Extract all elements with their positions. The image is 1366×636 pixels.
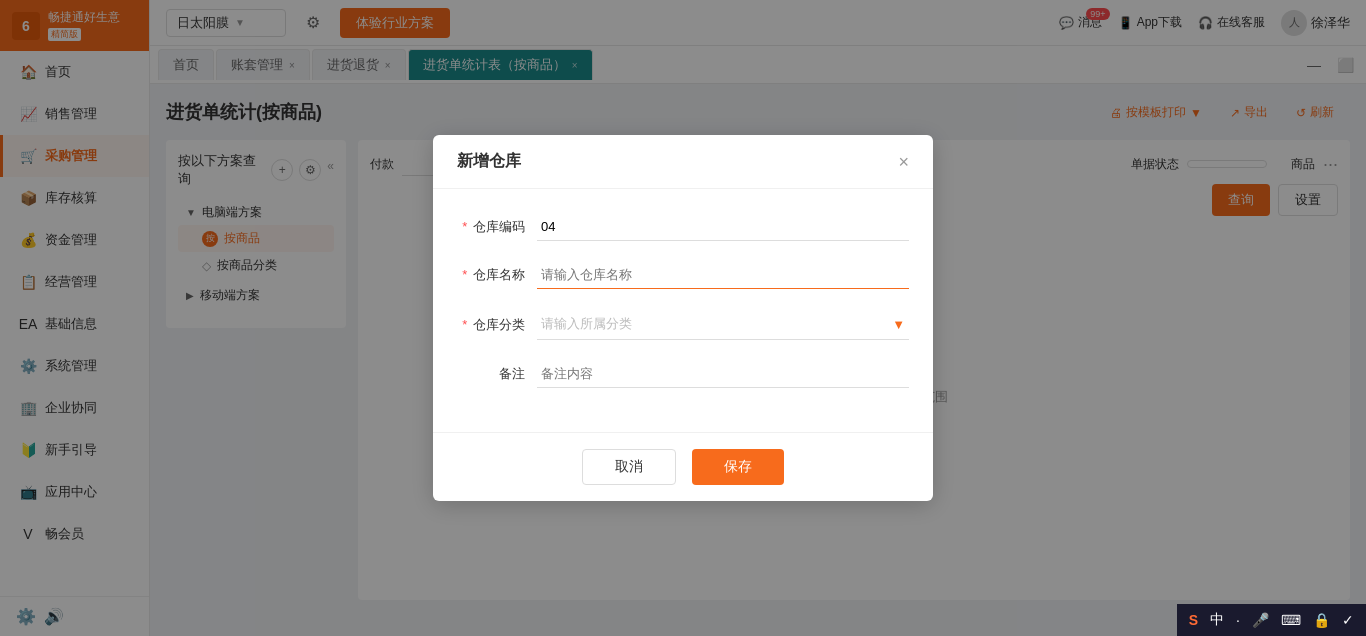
add-warehouse-modal: 新增仓库 × * 仓库编码 * 仓库名称 <box>433 135 933 501</box>
modal-overlay: 新增仓库 × * 仓库编码 * 仓库名称 <box>0 0 1366 636</box>
save-button[interactable]: 保存 <box>692 449 784 485</box>
required-star-category: * <box>462 317 467 332</box>
lock-icon[interactable]: 🔒 <box>1313 612 1330 628</box>
cancel-button[interactable]: 取消 <box>582 449 676 485</box>
form-item-category: * 仓库分类 请输入所属分类 ▼ <box>457 309 909 340</box>
category-dropdown-arrow: ▼ <box>892 317 905 332</box>
required-star-code: * <box>462 219 467 234</box>
modal-header: 新增仓库 × <box>433 135 933 189</box>
mic-icon[interactable]: 🎤 <box>1252 612 1269 628</box>
name-input[interactable] <box>537 261 909 289</box>
form-item-note: 备注 <box>457 360 909 388</box>
category-label: * 仓库分类 <box>457 316 537 334</box>
modal-footer: 取消 保存 <box>433 432 933 501</box>
separator-icon: · <box>1236 612 1240 628</box>
code-label: * 仓库编码 <box>457 218 537 236</box>
brand-s-icon: S <box>1189 612 1198 628</box>
check-icon: ✓ <box>1342 612 1354 628</box>
category-placeholder: 请输入所属分类 <box>541 315 632 333</box>
category-select[interactable]: 请输入所属分类 ▼ <box>537 309 909 340</box>
modal-body: * 仓库编码 * 仓库名称 * 仓库分类 请输入所属 <box>433 189 933 432</box>
lang-icon[interactable]: 中 <box>1210 611 1224 629</box>
required-star-name: * <box>462 267 467 282</box>
form-item-name: * 仓库名称 <box>457 261 909 289</box>
form-item-code: * 仓库编码 <box>457 213 909 241</box>
keyboard-icon[interactable]: ⌨ <box>1281 612 1301 628</box>
modal-title: 新增仓库 <box>457 151 521 172</box>
note-input[interactable] <box>537 360 909 388</box>
bottom-bar: S 中 · 🎤 ⌨ 🔒 ✓ <box>1177 604 1366 636</box>
note-label: 备注 <box>457 365 537 383</box>
modal-close-button[interactable]: × <box>898 153 909 171</box>
code-input[interactable] <box>537 213 909 241</box>
name-label: * 仓库名称 <box>457 266 537 284</box>
